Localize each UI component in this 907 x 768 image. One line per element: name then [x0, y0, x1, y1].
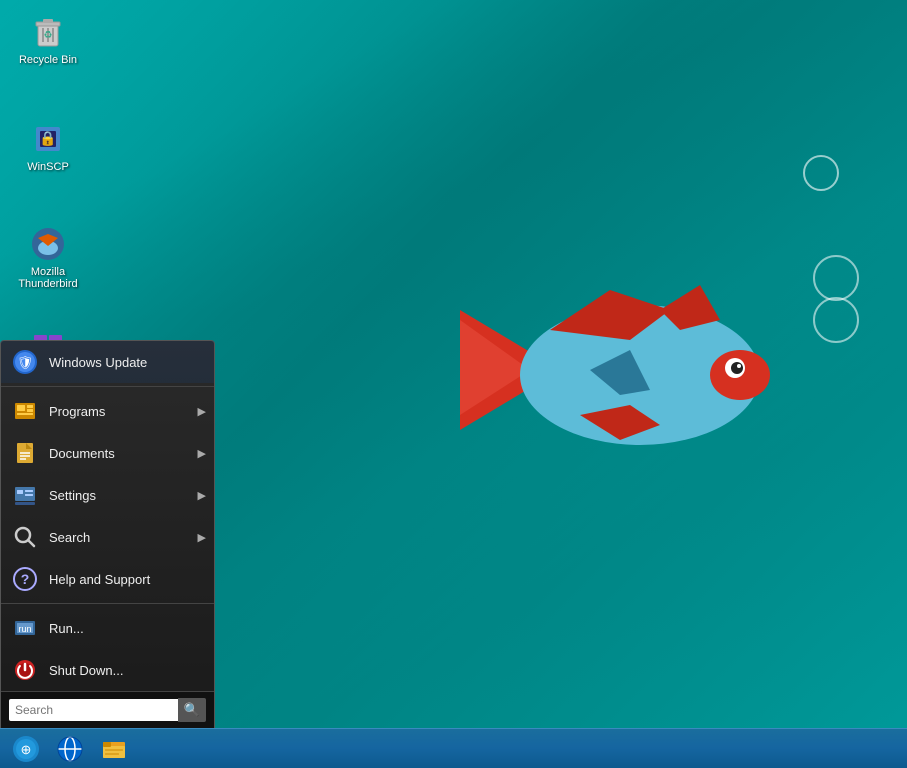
svg-text:🔒: 🔒 [39, 130, 56, 147]
taskbar-start-button[interactable]: ⊕ [6, 731, 46, 767]
programs-arrow: ▶ [198, 405, 206, 418]
svg-text:🛡: 🛡 [17, 355, 34, 370]
recycle-bin-label: Recycle Bin [19, 54, 77, 66]
svg-text:⊕: ⊕ [21, 742, 32, 757]
thunderbird-icon [28, 224, 68, 264]
search-arrow: ▶ [198, 531, 206, 544]
taskbar-explorer-button[interactable] [94, 731, 134, 767]
settings-icon [11, 481, 39, 509]
menu-item-programs[interactable]: Programs ▶ [1, 390, 214, 432]
help-icon: ? [11, 565, 39, 593]
documents-arrow: ▶ [198, 447, 206, 460]
fish-illustration [430, 230, 810, 510]
desktop: ♻ Recycle Bin 🔒 WinSCP Mozilla Thunderbi… [0, 0, 907, 768]
menu-item-search[interactable]: Search ▶ [1, 516, 214, 558]
start-menu-search-input[interactable] [9, 699, 178, 721]
taskbar: ⊕ [0, 728, 907, 768]
decorative-circle-small [803, 155, 839, 191]
menu-separator-1 [1, 386, 214, 387]
recycle-bin-icon: ♻ [28, 12, 68, 52]
documents-icon [11, 439, 39, 467]
desktop-icon-winscp[interactable]: 🔒 WinSCP [8, 115, 88, 177]
menu-item-documents[interactable]: Documents ▶ [1, 432, 214, 474]
menu-item-run[interactable]: run Run... [1, 607, 214, 649]
menu-item-help[interactable]: ? Help and Support [1, 558, 214, 600]
winscp-icon: 🔒 [28, 119, 68, 159]
programs-icon [11, 397, 39, 425]
start-menu: 🛡 Windows Update Programs ▶ [0, 340, 215, 728]
shutdown-icon [11, 656, 39, 684]
svg-text:♻: ♻ [44, 30, 53, 41]
decorative-circles-large [800, 253, 872, 343]
search-menu-icon [11, 523, 39, 551]
start-menu-search-button[interactable]: 🔍 [178, 698, 206, 722]
menu-item-windows-update[interactable]: 🛡 Windows Update [1, 341, 214, 383]
menu-separator-2 [1, 603, 214, 604]
desktop-icon-recycle-bin[interactable]: ♻ Recycle Bin [8, 8, 88, 70]
desktop-icon-thunderbird[interactable]: Mozilla Thunderbird [8, 220, 88, 294]
run-icon: run [11, 614, 39, 642]
svg-text:run: run [18, 624, 31, 634]
thunderbird-label: Mozilla Thunderbird [18, 266, 77, 290]
settings-arrow: ▶ [198, 489, 206, 502]
menu-item-settings[interactable]: Settings ▶ [1, 474, 214, 516]
winscp-label: WinSCP [27, 161, 69, 173]
svg-text:?: ? [21, 571, 30, 587]
windows-update-icon: 🛡 [11, 348, 39, 376]
menu-item-shutdown[interactable]: Shut Down... [1, 649, 214, 691]
start-menu-search-bar: 🔍 [1, 691, 214, 728]
taskbar-ie-button[interactable] [50, 731, 90, 767]
